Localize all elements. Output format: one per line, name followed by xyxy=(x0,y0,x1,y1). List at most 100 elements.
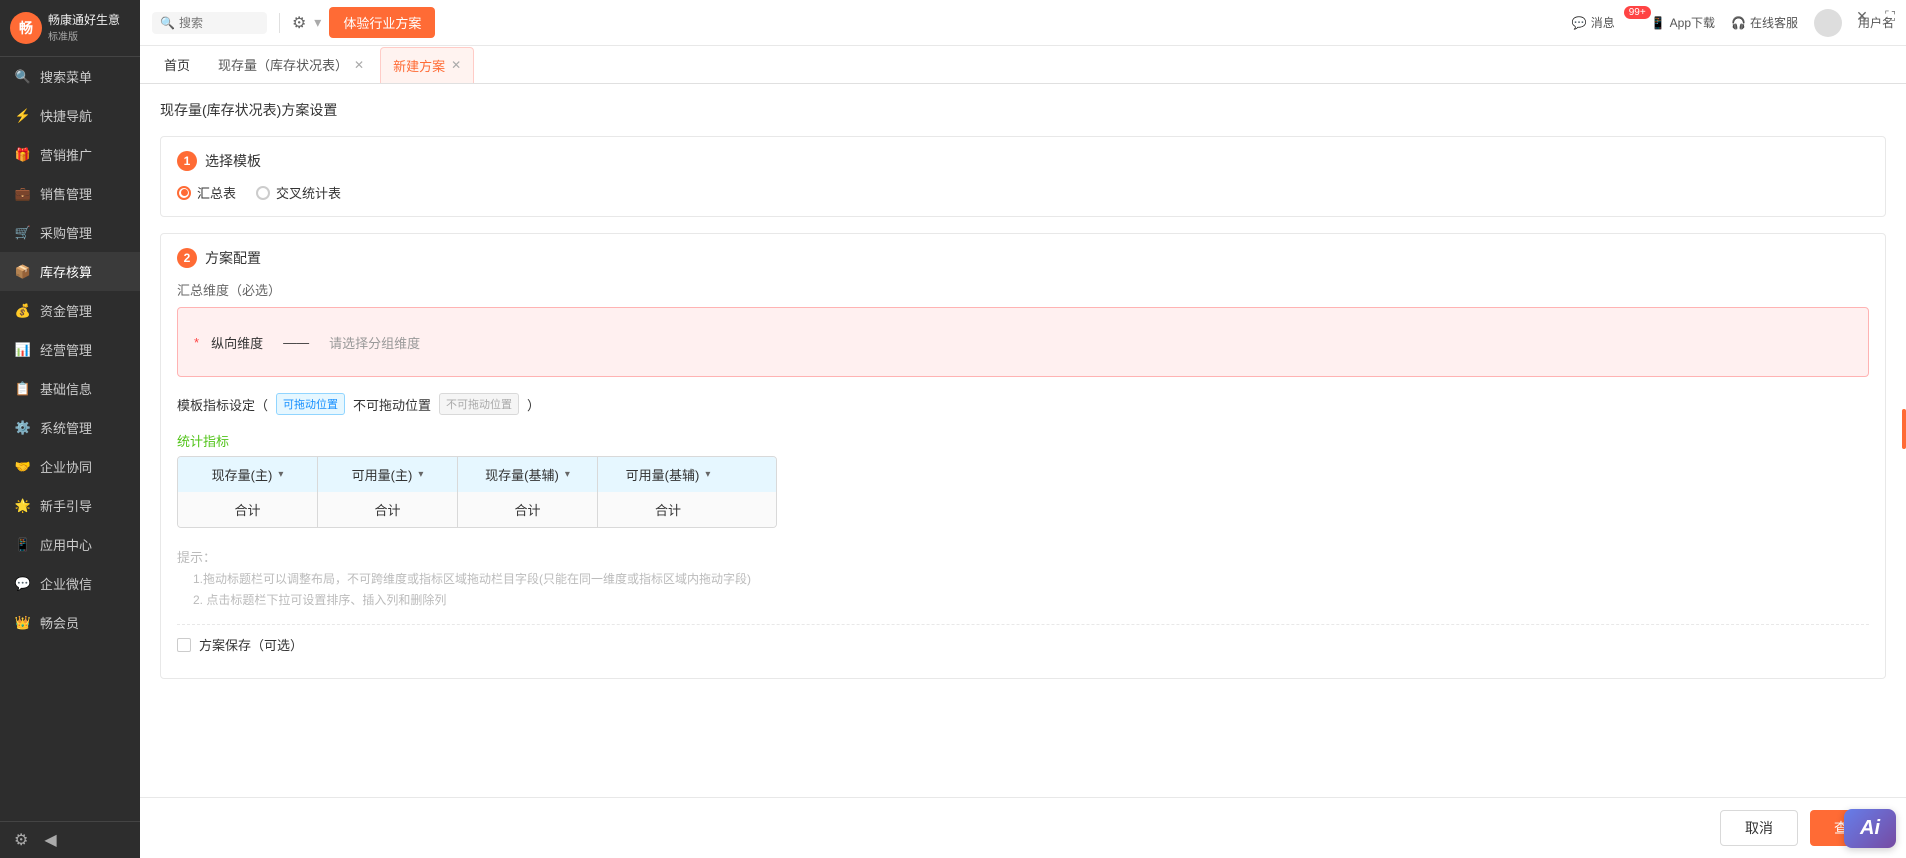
radio-cross-circle xyxy=(256,186,270,200)
sidebar-item-label: 企业协同 xyxy=(40,457,92,476)
step2-section: 2 方案配置 汇总维度（必选） * 纵向维度 —— 请选择分组维度 模板指标设定… xyxy=(160,233,1886,679)
tab-home[interactable]: 首页 xyxy=(152,47,202,83)
new-guide-icon: 🌟 xyxy=(14,497,32,515)
tip-item-1: 1.拖动标题栏可以调整布局，不可跨维度或指标区域拖动栏目字段(只能在同一维度或指… xyxy=(177,570,1869,587)
sidebar-item-cooperation[interactable]: 🤝 企业协同 xyxy=(0,447,140,486)
sidebar: 畅 畅康通好生意 标准版 🔍 搜索菜单 ⚡ 快捷导航 🎁 营销推广 💼 销售管理… xyxy=(0,0,140,858)
sidebar-item-app-center[interactable]: 📱 应用中心 xyxy=(0,525,140,564)
expand-btn[interactable]: ⛶ xyxy=(1878,4,1902,28)
radio-cross[interactable]: 交叉统计表 xyxy=(256,183,341,202)
topbar: 🔍 ⚙ ▾ 体验行业方案 💬 消息 99+ 📱 App下载 🎧 在线客服 用户名 xyxy=(140,0,1906,46)
save-label: 方案保存（可选） xyxy=(199,635,303,654)
sidebar-item-label: 搜索菜单 xyxy=(40,67,92,86)
search-input[interactable] xyxy=(179,16,259,30)
step1-section: 1 选择模板 汇总表 交叉统计表 xyxy=(160,136,1886,217)
radio-summary[interactable]: 汇总表 xyxy=(177,183,236,202)
sidebar-item-purchase[interactable]: 🛒 采购管理 xyxy=(0,213,140,252)
sidebar-item-label: 企业微信 xyxy=(40,574,92,593)
dimension-area[interactable]: * 纵向维度 —— 请选择分组维度 xyxy=(177,307,1869,377)
app-download-btn[interactable]: 📱 App下载 xyxy=(1651,14,1715,31)
sidebar-logo: 畅 畅康通好生意 标准版 xyxy=(0,0,140,57)
sidebar-item-sales[interactable]: 💼 销售管理 xyxy=(0,174,140,213)
draggable-badge: 可拖动位置 xyxy=(276,393,345,415)
sidebar-nav: 🔍 搜索菜单 ⚡ 快捷导航 🎁 营销推广 💼 销售管理 🛒 采购管理 📦 库存核… xyxy=(0,57,140,821)
sidebar-item-label: 销售管理 xyxy=(40,184,92,203)
avatar[interactable] xyxy=(1814,9,1842,37)
tips-section: 提示： 1.拖动标题栏可以调整布局，不可跨维度或指标区域拖动栏目字段(只能在同一… xyxy=(177,547,1869,608)
save-checkbox[interactable] xyxy=(177,638,191,652)
resize-handle[interactable] xyxy=(1902,409,1906,449)
sidebar-item-search[interactable]: 🔍 搜索菜单 xyxy=(0,57,140,96)
stats-data-3: 合计 xyxy=(458,492,598,527)
dim-sep: —— xyxy=(283,335,309,350)
topbar-divider xyxy=(279,13,280,33)
close-tab-new-plan[interactable]: ✕ xyxy=(451,58,461,72)
step2-header: 2 方案配置 xyxy=(177,248,1869,268)
step1-title: 选择模板 xyxy=(205,151,261,171)
sidebar-item-new-guide[interactable]: 🌟 新手引导 xyxy=(0,486,140,525)
sidebar-item-quick-nav[interactable]: ⚡ 快捷导航 xyxy=(0,96,140,135)
stats-col-3[interactable]: 现存量(基辅) ▾ xyxy=(458,457,598,492)
close-btn[interactable]: ✕ xyxy=(1850,4,1874,28)
ai-badge[interactable]: Ai xyxy=(1844,809,1896,848)
dim-placeholder: 请选择分组维度 xyxy=(329,333,420,352)
sidebar-item-label: 新手引导 xyxy=(40,496,92,515)
sidebar-item-inventory[interactable]: 📦 库存核算 xyxy=(0,252,140,291)
trial-btn[interactable]: 体验行业方案 xyxy=(329,7,435,38)
headset-icon: 🎧 xyxy=(1731,16,1746,30)
sidebar-item-label: 营销推广 xyxy=(40,145,92,164)
stats-col-4[interactable]: 可用量(基辅) ▾ xyxy=(598,457,738,492)
message-btn[interactable]: 💬 消息 99+ xyxy=(1572,14,1635,31)
radio-summary-circle xyxy=(177,186,191,200)
vertical-dim-label: 纵向维度 xyxy=(211,333,263,352)
stats-col-1[interactable]: 现存量(主) ▾ xyxy=(178,457,318,492)
sidebar-item-member[interactable]: 👑 畅会员 xyxy=(0,603,140,642)
app-logo-icon: 畅 xyxy=(10,12,42,44)
sidebar-bottom: ⚙ ◀ xyxy=(0,821,140,858)
sidebar-item-label: 系统管理 xyxy=(40,418,92,437)
topbar-search[interactable]: 🔍 xyxy=(152,12,267,34)
marketing-icon: 🎁 xyxy=(14,146,32,164)
dropdown-icon[interactable]: ▾ xyxy=(314,14,321,31)
sidebar-item-label: 采购管理 xyxy=(40,223,92,242)
stats-data-2: 合计 xyxy=(318,492,458,527)
sidebar-item-finance[interactable]: 💰 资金管理 xyxy=(0,291,140,330)
content-area: 现存量(库存状况表)方案设置 1 选择模板 汇总表 交叉统计表 xyxy=(140,84,1906,797)
cancel-button[interactable]: 取消 xyxy=(1720,810,1798,846)
app-name: 畅康通好生意 xyxy=(48,13,120,29)
gear-icon[interactable]: ⚙ xyxy=(292,13,306,33)
sidebar-item-system[interactable]: ⚙️ 系统管理 xyxy=(0,408,140,447)
search-icon: 🔍 xyxy=(14,68,32,86)
sidebar-item-operations[interactable]: 📊 经营管理 xyxy=(0,330,140,369)
tab-inventory-status[interactable]: 现存量（库存状况表） ✕ xyxy=(206,47,376,83)
stats-data-row: 合计 合计 合计 合计 xyxy=(178,492,776,527)
sidebar-item-basic-info[interactable]: 📋 基础信息 xyxy=(0,369,140,408)
sidebar-item-wechat[interactable]: 💬 企业微信 xyxy=(0,564,140,603)
indicator-settings: 模板指标设定（ 可拖动位置 不可拖动位置 不可拖动位置 ） xyxy=(177,393,1869,415)
template-options: 汇总表 交叉统计表 xyxy=(177,183,1869,202)
tab-new-plan[interactable]: 新建方案 ✕ xyxy=(380,47,474,83)
save-option: 方案保存（可选） xyxy=(177,624,1869,664)
stats-section: 统计指标 现存量(主) ▾ 可用量(主) ▾ xyxy=(177,431,1869,531)
summary-dim-label: 汇总维度（必选） xyxy=(177,280,1869,299)
basic-info-icon: 📋 xyxy=(14,380,32,398)
non-draggable-badge: 不可拖动位置 xyxy=(439,393,519,415)
service-btn[interactable]: 🎧 在线客服 xyxy=(1731,14,1798,31)
collapse-icon[interactable]: ◀ xyxy=(44,830,56,850)
settings-icon[interactable]: ⚙ xyxy=(14,830,28,850)
tip-item-2: 2. 点击标题栏下拉可设置排序、插入列和删除列 xyxy=(177,591,1869,608)
stats-col-2[interactable]: 可用量(主) ▾ xyxy=(318,457,458,492)
finance-icon: 💰 xyxy=(14,302,32,320)
step2-title: 方案配置 xyxy=(205,248,261,268)
sidebar-item-marketing[interactable]: 🎁 营销推广 xyxy=(0,135,140,174)
sidebar-item-label: 库存核算 xyxy=(40,262,92,281)
sidebar-item-label: 快捷导航 xyxy=(40,106,92,125)
inventory-tab-label: 现存量（库存状况表） xyxy=(218,55,348,74)
stats-table: 现存量(主) ▾ 可用量(主) ▾ 现存量(基辅) ▾ xyxy=(177,456,777,528)
cooperation-icon: 🤝 xyxy=(14,458,32,476)
stats-data-1: 合计 xyxy=(178,492,318,527)
indicator-label: 模板指标设定（ 可拖动位置 不可拖动位置 不可拖动位置 ） xyxy=(177,393,1869,415)
close-tab-inventory[interactable]: ✕ xyxy=(354,58,364,72)
home-tab-label: 首页 xyxy=(164,55,190,74)
wechat-icon: 💬 xyxy=(14,575,32,593)
